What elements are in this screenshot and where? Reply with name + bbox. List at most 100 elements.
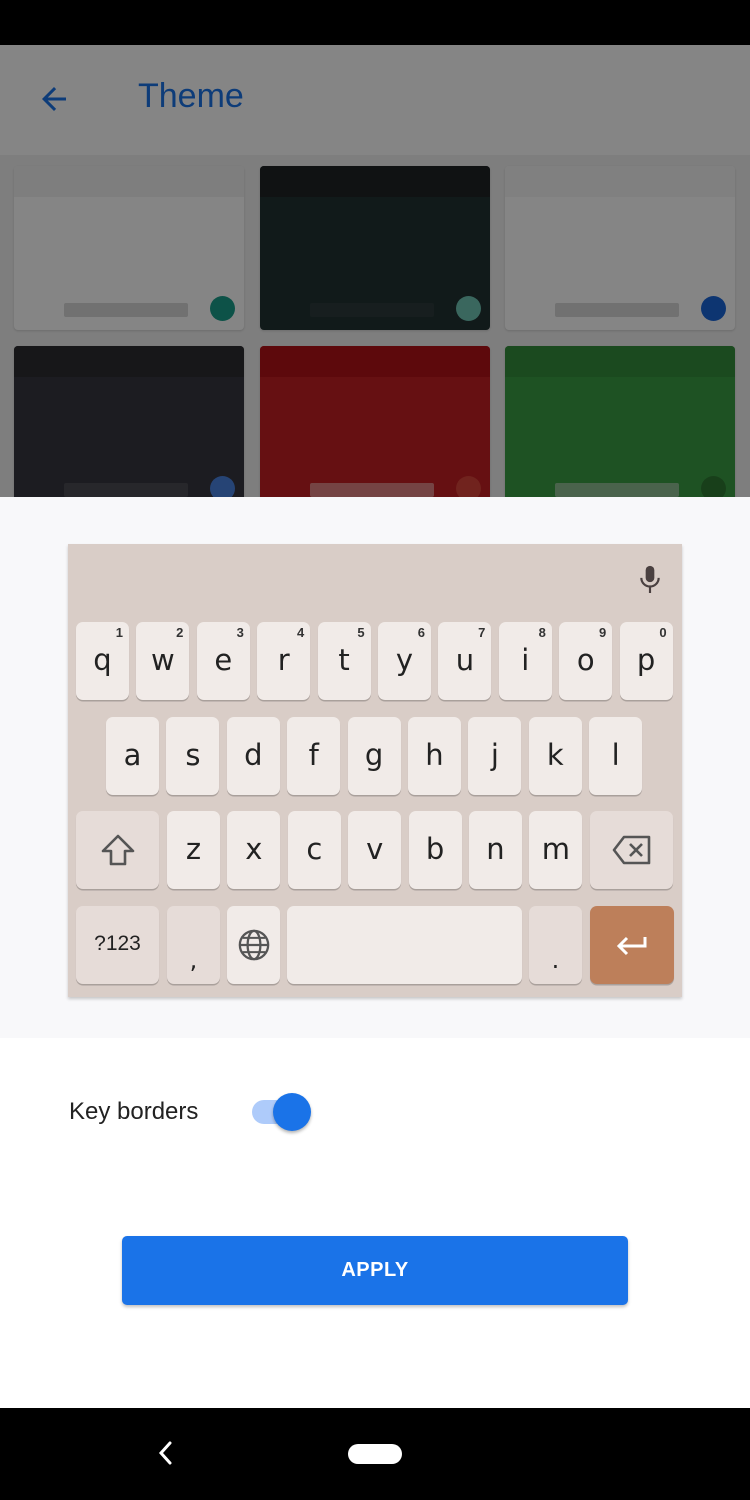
enter-icon: [616, 936, 647, 956]
arrow-left-icon: [42, 87, 66, 111]
shift-key[interactable]: [76, 811, 159, 889]
theme-card-header: [14, 346, 244, 377]
key-label: t: [338, 643, 350, 677]
key-label: q: [93, 643, 112, 677]
key-label: w: [151, 643, 175, 677]
back-button[interactable]: [30, 75, 78, 123]
theme-card-light-blue[interactable]: [505, 166, 735, 330]
key-label: a: [123, 738, 142, 772]
key-label: ?123: [94, 932, 141, 955]
apply-button[interactable]: APPLY: [122, 1236, 628, 1305]
key-i[interactable]: i8: [498, 622, 552, 700]
keyboard-preview-area: q 1 w 2 e 3 r 4 t 5 y 6 u 7 i 8 o 9 p 0 a s d f g h j k l z x c v b n m ?123…: [0, 497, 750, 1038]
key-label: e: [214, 643, 233, 677]
key-w[interactable]: w2: [136, 622, 190, 700]
key-hint: 0: [659, 625, 667, 640]
key-o[interactable]: o9: [559, 622, 613, 700]
key-v[interactable]: v: [348, 811, 402, 889]
key-borders-toggle[interactable]: [250, 1091, 314, 1133]
key-label: p: [636, 643, 656, 677]
key-label: z: [185, 832, 202, 866]
key-hint: 3: [236, 625, 244, 640]
theme-card-spacebar: [64, 303, 188, 317]
key-hint: 8: [538, 625, 546, 640]
key-hint: 4: [296, 625, 305, 640]
key-m[interactable]: m: [529, 811, 583, 889]
microphone-icon: [634, 562, 666, 598]
key-n[interactable]: n: [469, 811, 522, 889]
enter-key[interactable]: [590, 906, 674, 984]
key-label: y: [395, 643, 414, 677]
theme-card-header: [14, 166, 244, 197]
key-u[interactable]: u7: [438, 622, 492, 700]
key-z[interactable]: z: [167, 811, 220, 889]
theme-card-header: [505, 346, 735, 377]
key-s[interactable]: s: [166, 717, 220, 795]
key-label: h: [425, 738, 444, 772]
key-label: o: [576, 643, 595, 677]
key-label: v: [366, 832, 384, 866]
theme-card-dark-teal[interactable]: [260, 166, 490, 330]
page-title: Theme: [138, 77, 244, 115]
key-k[interactable]: k: [528, 717, 582, 795]
key-hint: 2: [176, 625, 184, 640]
space-key[interactable]: [287, 906, 522, 984]
toggle-thumb: [273, 1093, 311, 1131]
period-key[interactable]: .: [529, 906, 582, 984]
key-hint: 1: [115, 625, 123, 640]
theme-card-header: [260, 166, 490, 197]
key-label: r: [277, 643, 290, 677]
theme-card-accent-dot: [701, 296, 726, 321]
key-a[interactable]: a: [106, 717, 159, 795]
key-label: j: [490, 738, 499, 772]
shift-icon: [101, 834, 134, 866]
key-h[interactable]: h: [408, 717, 461, 795]
key-label: m: [541, 832, 571, 866]
theme-card-accent-dot: [210, 296, 235, 321]
key-b[interactable]: b: [408, 811, 462, 889]
key-d[interactable]: d: [226, 717, 280, 795]
key-f[interactable]: f: [287, 717, 341, 795]
theme-card-green[interactable]: [505, 346, 735, 500]
key-l[interactable]: l: [589, 717, 643, 795]
key-label: c: [306, 832, 323, 866]
key-x[interactable]: x: [227, 811, 281, 889]
comma-key[interactable]: ,: [167, 906, 220, 984]
key-hint: 7: [478, 625, 486, 640]
key-label: s: [185, 738, 201, 772]
key-j[interactable]: j: [468, 717, 522, 795]
theme-card-dark-blue[interactable]: [14, 346, 244, 500]
key-label: k: [546, 738, 564, 772]
theme-screen: Theme: [0, 45, 750, 500]
symbols-key[interactable]: ?123: [76, 906, 159, 984]
language-key[interactable]: [227, 906, 280, 984]
key-c[interactable]: c: [287, 811, 341, 889]
key-label: i: [521, 643, 530, 677]
key-label: d: [244, 738, 263, 772]
theme-card-header: [260, 346, 490, 377]
theme-card-spacebar: [310, 483, 434, 497]
key-label: ,: [189, 946, 198, 974]
nav-back-button[interactable]: [150, 1438, 180, 1468]
nav-home-button[interactable]: [348, 1444, 402, 1464]
theme-card-light-teal[interactable]: [14, 166, 244, 330]
key-label: f: [308, 738, 319, 772]
key-label: g: [364, 738, 384, 772]
key-hint: 5: [357, 625, 365, 640]
key-label: .: [551, 946, 560, 974]
key-t[interactable]: t5: [317, 622, 371, 700]
key-q[interactable]: q1: [76, 622, 129, 700]
backspace-key[interactable]: [590, 811, 673, 889]
theme-card-accent-dot: [456, 296, 481, 321]
key-g[interactable]: g: [347, 717, 401, 795]
theme-card-red[interactable]: [260, 346, 490, 500]
key-p[interactable]: p0: [619, 622, 673, 700]
key-r[interactable]: r4: [257, 622, 311, 700]
backspace-icon: [612, 835, 650, 865]
key-label: l: [611, 738, 620, 772]
key-borders-setting: Key borders: [0, 1077, 750, 1147]
key-hint: 6: [417, 625, 425, 640]
key-e[interactable]: e3: [196, 622, 250, 700]
key-y[interactable]: y6: [378, 622, 431, 700]
navigation-bar: [0, 1408, 750, 1500]
